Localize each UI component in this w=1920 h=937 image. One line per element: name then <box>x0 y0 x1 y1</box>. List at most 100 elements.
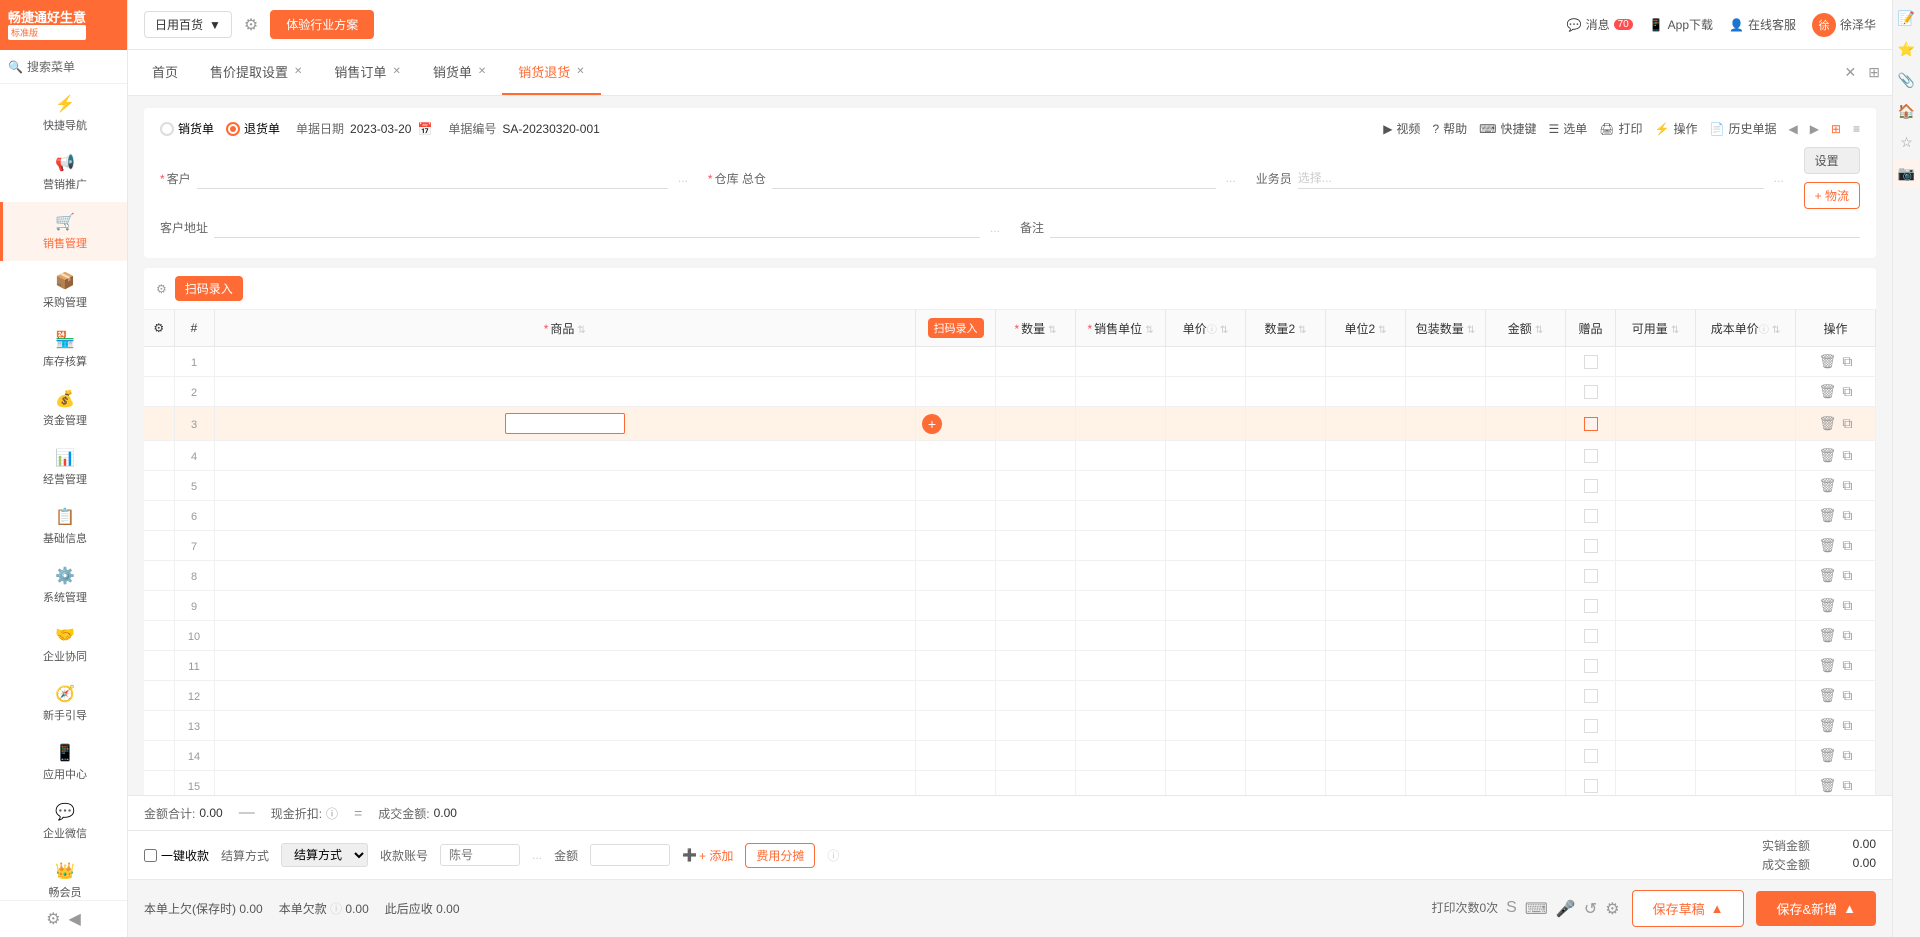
amount-input[interactable] <box>590 844 670 866</box>
copy-row-icon[interactable]: ⧉ <box>1842 447 1852 464</box>
scan-button[interactable]: 扫码录入 <box>175 276 243 301</box>
gift-checkbox[interactable] <box>1584 629 1598 643</box>
sidebar-item-marketing[interactable]: 📢 营销推广 <box>0 143 127 202</box>
help-action[interactable]: ? 帮助 <box>1432 120 1467 137</box>
delete-row-icon[interactable]: 🗑 <box>1819 537 1837 554</box>
gift-checkbox[interactable] <box>1584 719 1598 733</box>
delete-row-icon[interactable]: 🗑 <box>1819 477 1837 494</box>
operation-action[interactable]: ⚡ 操作 <box>1655 120 1698 137</box>
sidebar-item-operations[interactable]: 📊 经营管理 <box>0 438 127 497</box>
row-product-cell[interactable] <box>214 407 916 441</box>
delete-row-icon[interactable]: 🗑 <box>1819 597 1837 614</box>
app-download-item[interactable]: 📱 App下载 <box>1649 16 1713 33</box>
grid-view-icon[interactable]: ⊞ <box>1831 122 1841 136</box>
sidebar-item-enterprise-wechat[interactable]: 💬 企业微信 <box>0 792 127 851</box>
product-input[interactable] <box>505 413 625 434</box>
delete-row-icon[interactable]: 🗑 <box>1819 627 1837 644</box>
topbar-gear-icon[interactable]: ⚙ <box>244 15 258 35</box>
gift-checkbox[interactable] <box>1584 689 1598 703</box>
add-logistics-button[interactable]: + 物流 <box>1804 182 1860 209</box>
sidebar-item-basic-info[interactable]: 📋 基础信息 <box>0 497 127 556</box>
sidebar-item-guide[interactable]: 🧭 新手引导 <box>0 674 127 733</box>
address-dots[interactable]: ... <box>990 221 1000 235</box>
copy-row-icon[interactable]: ⧉ <box>1842 507 1852 524</box>
radio-sales[interactable]: 销货单 <box>160 120 214 137</box>
gift-checkbox[interactable] <box>1584 779 1598 793</box>
one-click-input[interactable] <box>144 849 157 862</box>
delete-row-icon[interactable]: 🗑 <box>1819 657 1837 674</box>
radio-return[interactable]: 退货单 <box>226 120 280 137</box>
copy-row-icon[interactable]: ⧉ <box>1842 415 1852 432</box>
video-action[interactable]: ▶ 视频 <box>1383 120 1420 137</box>
sidebar-item-app-center[interactable]: 📱 应用中心 <box>0 733 127 792</box>
delete-row-icon[interactable]: 🗑 <box>1819 687 1837 704</box>
setting-button[interactable]: 设置 <box>1804 147 1860 174</box>
gift-checkbox[interactable] <box>1584 599 1598 613</box>
right-panel-icon-5[interactable]: ☆ <box>1893 128 1920 157</box>
gift-checkbox[interactable] <box>1584 749 1598 763</box>
gift-checkbox[interactable] <box>1584 509 1598 523</box>
print-action[interactable]: 🖨 打印 <box>1599 120 1642 137</box>
discount-help-icon[interactable]: ⓘ <box>326 805 338 822</box>
tab-sales-return[interactable]: 销货退货 ✕ <box>502 50 600 95</box>
list-view-icon[interactable]: ≡ <box>1853 122 1860 136</box>
save-new-button[interactable]: 保存&新增 ▲ <box>1756 891 1876 926</box>
delete-row-icon[interactable]: 🗑 <box>1819 507 1837 524</box>
copy-row-icon[interactable]: ⧉ <box>1842 353 1852 370</box>
right-panel-icon-2[interactable]: ⭐ <box>1893 35 1920 64</box>
sidebar-item-inventory[interactable]: 🏪 库存核算 <box>0 320 127 379</box>
delete-row-icon[interactable]: 🗑 <box>1819 777 1837 794</box>
table-gear-icon[interactable]: ⚙ <box>156 282 167 296</box>
tab-sales-delivery[interactable]: 销货单 ✕ <box>417 50 502 95</box>
tab-price-close[interactable]: ✕ <box>294 66 302 77</box>
sidebar-search[interactable]: 🔍 搜索菜单 <box>0 50 127 84</box>
sidebar-item-finance[interactable]: 💰 资金管理 <box>0 379 127 438</box>
copy-row-icon[interactable]: ⧉ <box>1842 567 1852 584</box>
add-payment-btn[interactable]: ➕ + 添加 <box>682 847 733 864</box>
gift-checkbox[interactable] <box>1584 385 1598 399</box>
gift-checkbox[interactable] <box>1584 539 1598 553</box>
collapse-icon[interactable]: ◀ <box>69 909 81 929</box>
sidebar-item-enterprise[interactable]: 🤝 企业协同 <box>0 615 127 674</box>
copy-row-icon[interactable]: ⧉ <box>1842 777 1852 794</box>
salesperson-input[interactable] <box>1298 168 1764 189</box>
delete-row-icon[interactable]: 🗑 <box>1819 353 1837 370</box>
message-item[interactable]: 💬 消息 70 <box>1567 16 1633 33</box>
copy-row-icon[interactable]: ⧉ <box>1842 717 1852 734</box>
one-click-checkbox[interactable]: 一键收款 <box>144 847 209 864</box>
tab-sales-return-close[interactable]: ✕ <box>576 66 584 77</box>
remarks-input[interactable] <box>1050 217 1860 238</box>
settings-bottom-icon[interactable]: ⚙ <box>46 909 60 929</box>
sidebar-item-quick-nav[interactable]: ⚡ 快捷导航 <box>0 84 127 143</box>
select-action[interactable]: ☰ 选单 <box>1548 120 1587 137</box>
salesperson-dots[interactable]: ... <box>1774 171 1784 185</box>
copy-row-icon[interactable]: ⧉ <box>1842 383 1852 400</box>
history-action[interactable]: 📄 历史单据 <box>1709 120 1776 137</box>
tab-price-setting[interactable]: 售价提取设置 ✕ <box>194 50 318 95</box>
copy-row-icon[interactable]: ⧉ <box>1842 657 1852 674</box>
tab-menu-icon[interactable]: ⊞ <box>1864 60 1884 85</box>
user-item[interactable]: 徐 徐泽华 <box>1812 13 1876 37</box>
gift-checkbox[interactable] <box>1584 479 1598 493</box>
nav-next-icon[interactable]: ▶ <box>1810 122 1819 136</box>
customer-dots[interactable]: ... <box>678 171 688 185</box>
tab-close-all-icon[interactable]: ✕ <box>1841 60 1861 85</box>
experience-btn[interactable]: 体验行业方案 <box>270 10 374 39</box>
account-dots[interactable]: ... <box>532 848 542 862</box>
settlement-select[interactable]: 结算方式 <box>281 843 368 867</box>
fee-help-icon[interactable]: ⓘ <box>827 847 839 864</box>
save-draft-button[interactable]: 保存草稿 ▲ <box>1632 890 1745 927</box>
right-panel-icon-1[interactable]: 📝 <box>1893 4 1920 33</box>
copy-row-icon[interactable]: ⧉ <box>1842 597 1852 614</box>
delete-row-icon[interactable]: 🗑 <box>1819 383 1837 400</box>
copy-row-icon[interactable]: ⧉ <box>1842 687 1852 704</box>
row-add-cell[interactable]: + <box>916 407 996 441</box>
delete-row-icon[interactable]: 🗑 <box>1819 717 1837 734</box>
gift-checkbox[interactable] <box>1584 659 1598 673</box>
right-panel-icon-6[interactable]: 📷 <box>1893 159 1920 188</box>
scan-btn-header[interactable]: 扫码录入 <box>928 318 984 338</box>
nav-prev-icon[interactable]: ◀ <box>1788 122 1797 136</box>
tab-sales-order[interactable]: 销售订单 ✕ <box>318 50 416 95</box>
sidebar-item-system[interactable]: ⚙️ 系统管理 <box>0 556 127 615</box>
gift-checkbox[interactable] <box>1584 569 1598 583</box>
